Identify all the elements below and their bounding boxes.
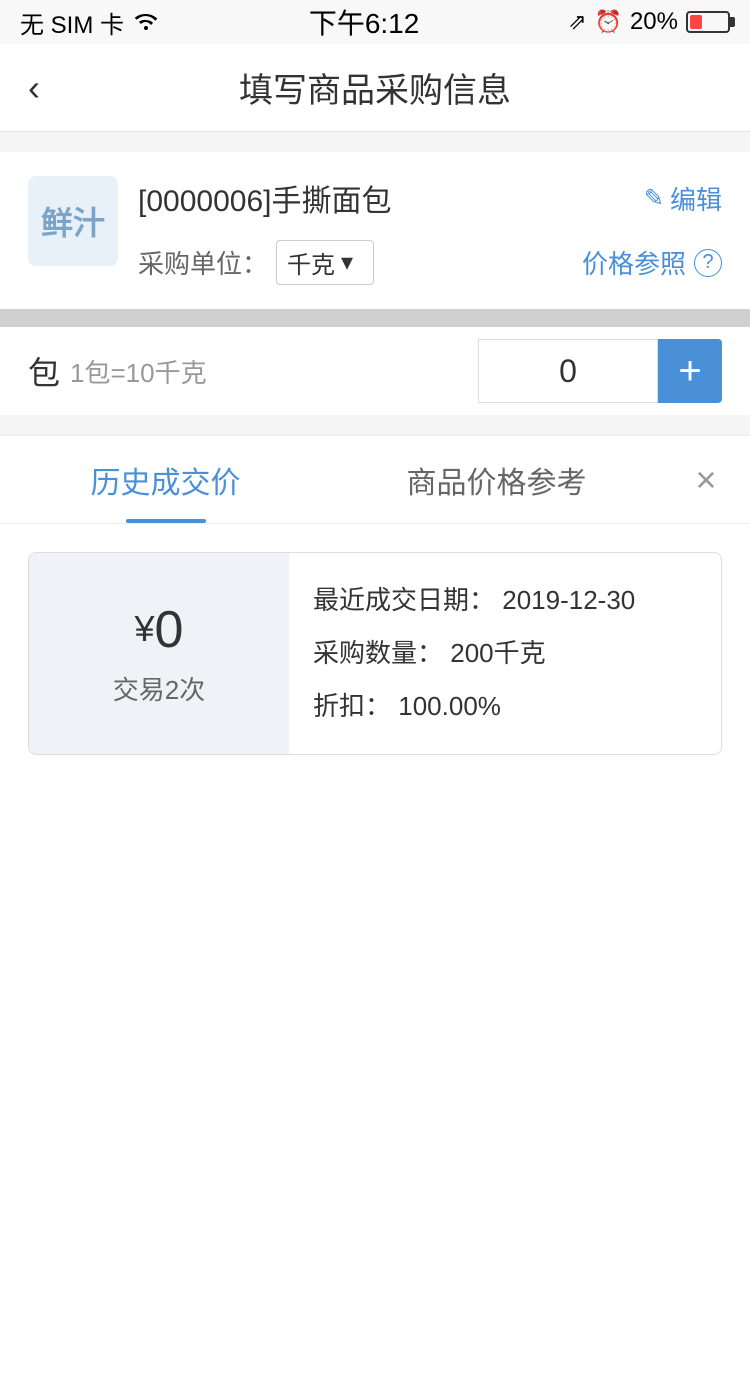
discount-label: 折扣： bbox=[313, 691, 391, 721]
discount-row: 折扣： 100.00% bbox=[313, 687, 697, 726]
nav-bar: ‹ 填写商品采购信息 bbox=[0, 44, 750, 132]
unit-value: 千克 bbox=[287, 245, 335, 280]
recent-date-label: 最近成交日期： bbox=[313, 585, 495, 615]
quantity-input[interactable] bbox=[478, 339, 658, 403]
edit-icon: ✎ bbox=[644, 184, 664, 213]
wifi-icon bbox=[132, 8, 160, 37]
logo-text: 鲜汁 bbox=[41, 198, 105, 244]
battery-icon bbox=[686, 11, 730, 33]
tab2-label: 商品价格参考 bbox=[407, 458, 587, 502]
plus-button[interactable]: + bbox=[658, 339, 722, 403]
dropdown-arrow-icon: ▾ bbox=[341, 248, 353, 277]
purchase-qty-row: 采购数量： 200千克 bbox=[313, 634, 697, 673]
page-title: 填写商品采购信息 bbox=[239, 63, 511, 112]
product-info: [0000006]手撕面包 ✎ 编辑 采购单位： 千克 ▾ 价格参照 ? bbox=[138, 176, 722, 285]
tabs-section: 历史成交价 商品价格参考 × ¥0 交易2次 最近成交日期： 2019-12-3… bbox=[0, 435, 750, 783]
product-logo: 鲜汁 bbox=[28, 176, 118, 266]
history-detail-panel: 最近成交日期： 2019-12-30 采购数量： 200千克 折扣： 100.0… bbox=[289, 553, 721, 754]
recent-date-row: 最近成交日期： 2019-12-30 bbox=[313, 581, 697, 620]
purchase-qty-value: 200千克 bbox=[450, 638, 545, 668]
back-button[interactable]: ‹ bbox=[28, 67, 40, 109]
quantity-row: 包 1包=10千克 + bbox=[0, 327, 750, 415]
sim-indicator: 无 SIM 卡 bbox=[20, 5, 124, 40]
tab-underline bbox=[126, 519, 206, 523]
product-top-row: [0000006]手撕面包 ✎ 编辑 bbox=[138, 176, 722, 220]
tab1-label: 历史成交价 bbox=[91, 458, 241, 502]
purchase-qty-label: 采购数量： bbox=[313, 638, 443, 668]
help-icon: ? bbox=[694, 249, 722, 277]
location-icon: ⇗ bbox=[568, 9, 586, 35]
quantity-label: 包 1包=10千克 bbox=[28, 348, 207, 394]
history-price-value: ¥0 bbox=[135, 600, 184, 660]
unit-conversion-hint: 1包=10千克 bbox=[70, 353, 207, 390]
section-divider bbox=[0, 309, 750, 327]
product-name: [0000006]手撕面包 bbox=[138, 176, 391, 220]
tab-history-price[interactable]: 历史成交价 bbox=[0, 436, 331, 523]
edit-button[interactable]: ✎ 编辑 bbox=[644, 180, 722, 217]
history-price-panel: ¥0 交易2次 bbox=[29, 553, 289, 754]
price-ref-button[interactable]: 价格参照 ? bbox=[582, 244, 722, 281]
currency-symbol: ¥ bbox=[135, 608, 155, 649]
quantity-control: + bbox=[478, 339, 722, 403]
tabs-close-button[interactable]: × bbox=[662, 436, 750, 524]
status-time: 下午6:12 bbox=[309, 2, 420, 42]
tab-product-price-ref[interactable]: 商品价格参考 bbox=[331, 436, 662, 523]
status-right: ⇗ ⏰ 20% bbox=[568, 8, 730, 36]
battery-pct: 20% bbox=[630, 8, 678, 36]
product-unit-row: 采购单位： 千克 ▾ 价格参照 ? bbox=[138, 240, 722, 285]
unit-label-bao: 包 bbox=[28, 348, 60, 394]
recent-date-value: 2019-12-30 bbox=[502, 585, 635, 615]
tabs-header: 历史成交价 商品价格参考 × bbox=[0, 436, 750, 524]
edit-label: 编辑 bbox=[670, 180, 722, 217]
unit-label: 采购单位： 千克 ▾ bbox=[138, 240, 374, 285]
price-ref-label: 价格参照 bbox=[582, 244, 686, 281]
history-card: ¥0 交易2次 最近成交日期： 2019-12-30 采购数量： 200千克 折… bbox=[28, 552, 722, 755]
unit-select[interactable]: 千克 ▾ bbox=[276, 240, 374, 285]
product-card: 鲜汁 [0000006]手撕面包 ✎ 编辑 采购单位： 千克 ▾ 价格参照 ? bbox=[0, 152, 750, 309]
trade-count: 交易2次 bbox=[113, 670, 205, 707]
history-content: ¥0 交易2次 最近成交日期： 2019-12-30 采购数量： 200千克 折… bbox=[0, 524, 750, 783]
status-left: 无 SIM 卡 bbox=[20, 5, 160, 40]
status-bar: 无 SIM 卡 下午6:12 ⇗ ⏰ 20% bbox=[0, 0, 750, 44]
discount-value: 100.00% bbox=[398, 691, 501, 721]
bottom-space bbox=[0, 783, 750, 1383]
alarm-icon: ⏰ bbox=[595, 9, 622, 35]
